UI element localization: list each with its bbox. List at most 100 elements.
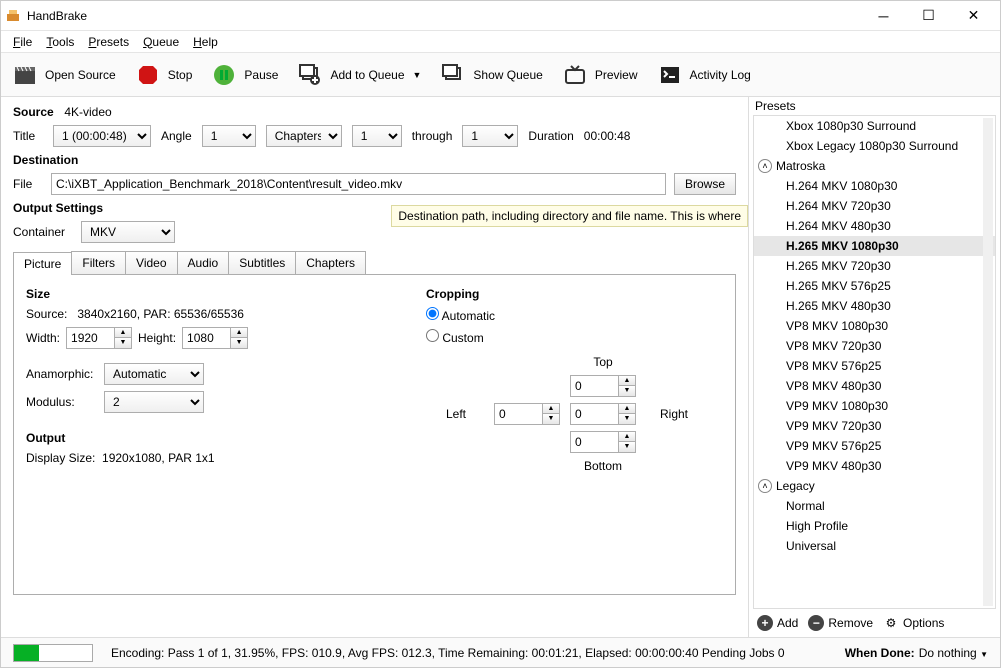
crop-left-stepper[interactable]: ▲▼ <box>494 403 560 425</box>
tab-filters[interactable]: Filters <box>71 251 126 274</box>
when-done-label: When Done: <box>845 646 915 660</box>
terminal-icon <box>656 61 684 89</box>
preview-label: Preview <box>595 68 638 82</box>
menu-presets[interactable]: Presets <box>82 33 135 51</box>
crop-bottom-label: Bottom <box>584 459 622 473</box>
presets-list[interactable]: Xbox 1080p30 SurroundXbox Legacy 1080p30… <box>753 115 996 609</box>
preset-group[interactable]: ˄Legacy <box>754 476 995 496</box>
crop-top-stepper[interactable]: ▲▼ <box>570 375 636 397</box>
preset-options-button[interactable]: ⚙ Options <box>883 615 944 631</box>
preset-item[interactable]: H.264 MKV 720p30 <box>754 196 995 216</box>
encoding-status: Encoding: Pass 1 of 1, 31.95%, FPS: 010.… <box>111 646 785 660</box>
menu-file[interactable]: File <box>7 33 38 51</box>
crop-top-label: Top <box>593 355 612 369</box>
chapter-to-select[interactable]: 1 <box>462 125 518 147</box>
preset-item[interactable]: VP8 MKV 480p30 <box>754 376 995 396</box>
preset-item[interactable]: VP9 MKV 576p25 <box>754 436 995 456</box>
dropdown-arrow-icon[interactable]: ▼ <box>413 70 422 80</box>
through-label: through <box>412 129 453 143</box>
preset-remove-button[interactable]: − Remove <box>808 615 873 631</box>
preset-group[interactable]: ˄Matroska <box>754 156 995 176</box>
preset-item[interactable]: Normal <box>754 496 995 516</box>
output-label: Output <box>26 431 366 445</box>
menu-help[interactable]: Help <box>187 33 224 51</box>
range-type-select[interactable]: Chapters <box>266 125 342 147</box>
browse-button[interactable]: Browse <box>674 173 736 195</box>
anamorphic-select[interactable]: Automatic <box>104 363 204 385</box>
menu-tools[interactable]: Tools <box>40 33 80 51</box>
toolbar: Open Source Stop Pause Add to Queue ▼ Sh… <box>1 53 1000 97</box>
statusbar: Encoding: Pass 1 of 1, 31.95%, FPS: 010.… <box>1 637 1000 667</box>
preset-item[interactable]: H.265 MKV 1080p30 <box>754 236 995 256</box>
open-source-label: Open Source <box>45 68 116 82</box>
picture-panel: Size Source: 3840x2160, PAR: 65536/65536… <box>13 275 736 595</box>
width-stepper[interactable]: ▲▼ <box>66 327 132 349</box>
title-select[interactable]: 1 (00:00:48) <box>53 125 151 147</box>
minimize-button[interactable]: ─ <box>861 2 906 30</box>
progress-bar <box>13 644 93 662</box>
preset-item[interactable]: H.265 MKV 480p30 <box>754 296 995 316</box>
add-to-queue-button[interactable]: Add to Queue ▼ <box>292 57 431 93</box>
show-queue-button[interactable]: Show Queue <box>435 57 552 93</box>
destination-label: Destination <box>13 153 736 167</box>
when-done-dropdown[interactable]: Do nothing ▼ <box>919 646 988 660</box>
crop-right-stepper[interactable]: ▲▼ <box>570 403 636 425</box>
modulus-select[interactable]: 2 <box>104 391 204 413</box>
queue-icon <box>439 61 467 89</box>
preset-item[interactable]: VP9 MKV 480p30 <box>754 456 995 476</box>
preset-item[interactable]: Xbox 1080p30 Surround <box>754 116 995 136</box>
preset-item[interactable]: H.264 MKV 480p30 <box>754 216 995 236</box>
preset-item[interactable]: Xbox Legacy 1080p30 Surround <box>754 136 995 156</box>
file-input[interactable] <box>51 173 666 195</box>
crop-auto-radio[interactable]: Automatic <box>426 309 495 323</box>
gear-icon: ⚙ <box>883 615 899 631</box>
pause-button[interactable]: Pause <box>206 57 288 93</box>
angle-label: Angle <box>161 129 192 143</box>
container-select[interactable]: MKV <box>81 221 175 243</box>
minus-icon: − <box>808 615 824 631</box>
file-label: File <box>13 177 43 191</box>
source-dims-label: Source: <box>26 307 67 321</box>
preset-item[interactable]: VP8 MKV 1080p30 <box>754 316 995 336</box>
open-source-button[interactable]: Open Source <box>7 57 126 93</box>
angle-select[interactable]: 1 <box>202 125 256 147</box>
pause-icon <box>210 61 238 89</box>
chevron-up-icon: ˄ <box>758 159 772 173</box>
app-icon <box>5 8 21 24</box>
container-label: Container <box>13 225 73 239</box>
chapter-from-select[interactable]: 1 <box>352 125 402 147</box>
preview-button[interactable]: Preview <box>557 57 648 93</box>
tab-chapters[interactable]: Chapters <box>295 251 366 274</box>
plus-icon: + <box>757 615 773 631</box>
stop-label: Stop <box>168 68 193 82</box>
presets-scrollbar[interactable] <box>983 118 993 606</box>
tab-picture[interactable]: Picture <box>13 252 72 275</box>
menubar: File Tools Presets Queue Help <box>1 31 1000 53</box>
window-title: HandBrake <box>27 9 87 23</box>
stop-button[interactable]: Stop <box>130 57 203 93</box>
tab-subtitles[interactable]: Subtitles <box>228 251 296 274</box>
preset-item[interactable]: H.265 MKV 576p25 <box>754 276 995 296</box>
preset-item[interactable]: VP9 MKV 720p30 <box>754 416 995 436</box>
crop-custom-radio[interactable]: Custom <box>426 331 484 345</box>
crop-bottom-stepper[interactable]: ▲▼ <box>570 431 636 453</box>
preset-item[interactable]: H.265 MKV 720p30 <box>754 256 995 276</box>
height-stepper[interactable]: ▲▼ <box>182 327 248 349</box>
activity-log-button[interactable]: Activity Log <box>652 57 761 93</box>
preset-item[interactable]: VP9 MKV 1080p30 <box>754 396 995 416</box>
tab-video[interactable]: Video <box>125 251 177 274</box>
maximize-button[interactable]: ☐ <box>906 2 951 30</box>
preset-item[interactable]: Universal <box>754 536 995 556</box>
preset-item[interactable]: VP8 MKV 720p30 <box>754 336 995 356</box>
preset-add-button[interactable]: + Add <box>757 615 798 631</box>
tab-audio[interactable]: Audio <box>177 251 230 274</box>
preset-item[interactable]: H.264 MKV 1080p30 <box>754 176 995 196</box>
display-size-label: Display Size: <box>26 451 95 465</box>
preset-item[interactable]: VP8 MKV 576p25 <box>754 356 995 376</box>
menu-queue[interactable]: Queue <box>137 33 185 51</box>
preset-item[interactable]: High Profile <box>754 516 995 536</box>
tabs: Picture Filters Video Audio Subtitles Ch… <box>13 251 736 275</box>
source-value: 4K-video <box>64 105 111 119</box>
close-button[interactable]: ✕ <box>951 2 996 30</box>
width-label: Width: <box>26 331 60 345</box>
